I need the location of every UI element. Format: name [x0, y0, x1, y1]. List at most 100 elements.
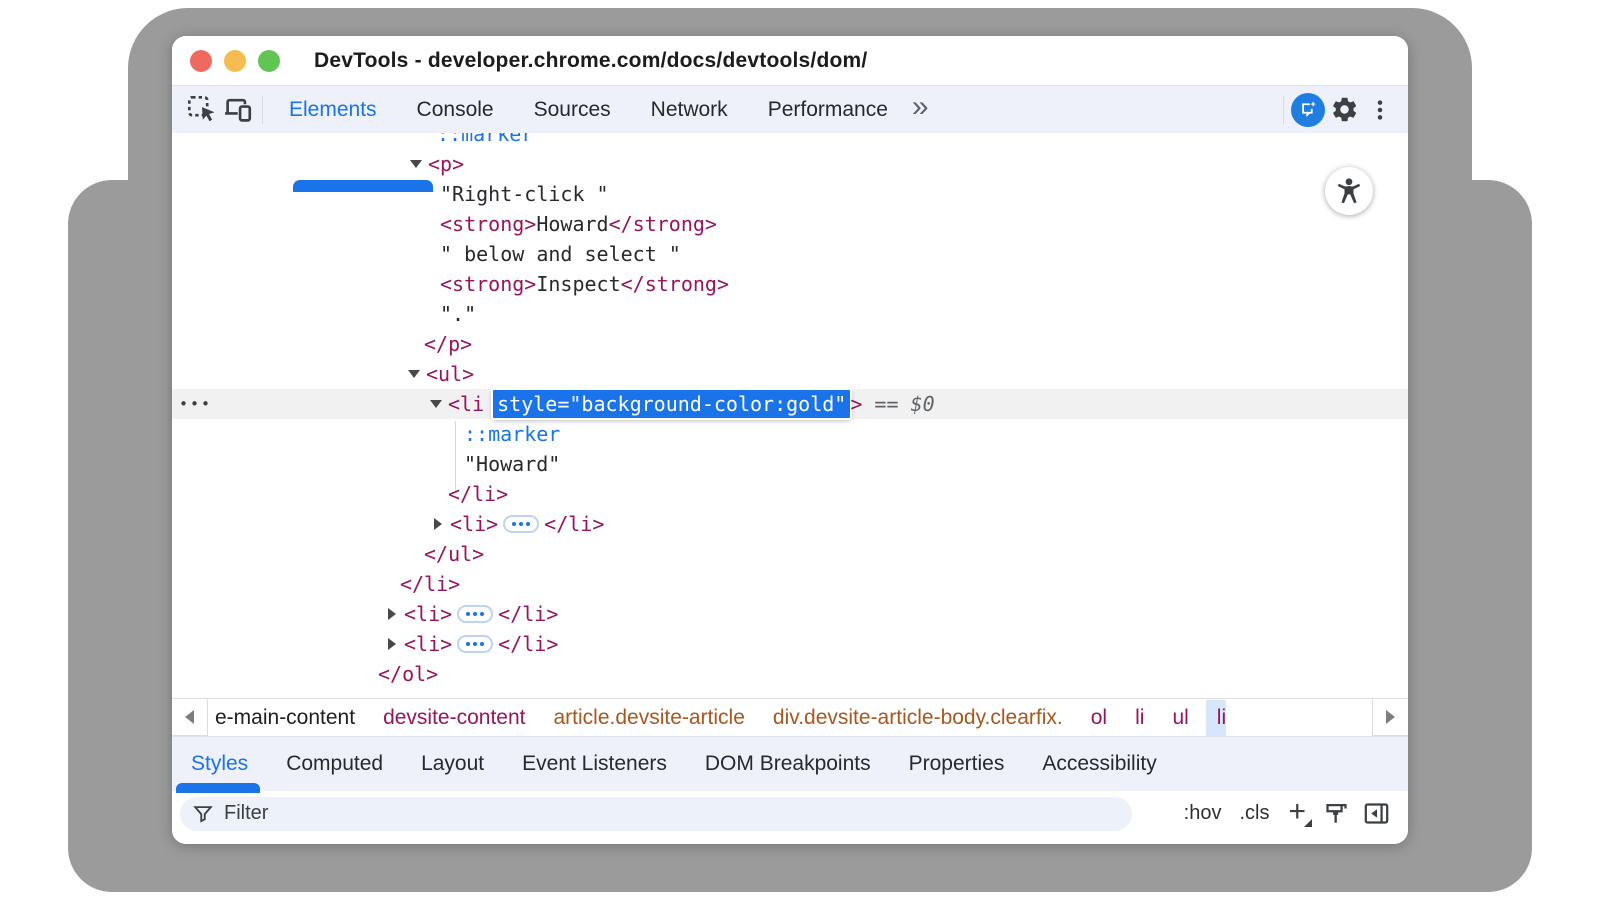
close-button[interactable] [190, 50, 212, 72]
breadcrumb-scroll-right-button[interactable] [1372, 699, 1408, 736]
rendering-emulations-button[interactable] [1318, 796, 1354, 832]
breadcrumb-item-ul[interactable]: ul [1172, 706, 1188, 730]
dollar-zero-ref: $0 [911, 392, 935, 416]
expand-arrow-icon[interactable] [408, 370, 420, 378]
zoom-button[interactable] [258, 50, 280, 72]
dom-text-node: "Howard" [464, 452, 560, 476]
tab-network[interactable]: Network [631, 86, 748, 133]
dom-marker-pseudo: ::marker [437, 133, 533, 146]
chevron-right-icon [1386, 710, 1395, 724]
breadcrumb-bar: e-main-content devsite-content article.dev… [172, 698, 1408, 736]
dom-tree-row[interactable]: </li> [172, 569, 1408, 599]
toggle-element-state-button[interactable]: :hov [1177, 798, 1229, 829]
main-menu-button[interactable] [1362, 92, 1398, 128]
breadcrumb-item-e-main-content[interactable]: e-main-content [215, 706, 355, 730]
breadcrumb-scroll-left-button[interactable] [172, 699, 208, 736]
dom-tag: <li> [404, 602, 452, 626]
toolbar-divider-right [1283, 96, 1284, 124]
toggle-sidebar-button[interactable] [1358, 796, 1394, 832]
gear-icon [1330, 95, 1359, 124]
dom-tree-row[interactable]: <ul> [172, 359, 1408, 389]
dom-tree-row[interactable]: ::marker [172, 133, 1408, 149]
collapsed-content-icon[interactable] [457, 635, 493, 653]
active-sidebar-tab-indicator [176, 783, 260, 793]
expand-arrow-icon[interactable] [410, 160, 422, 168]
sidebar-tab-event-listeners[interactable]: Event Listeners [503, 737, 686, 791]
toolbar-divider [262, 96, 263, 124]
dom-tag: <li [448, 392, 484, 416]
dom-tag: <strong> [440, 272, 536, 296]
tab-performance[interactable]: Performance [748, 86, 908, 133]
sidebar-tab-layout[interactable]: Layout [402, 737, 503, 791]
dom-tree-row[interactable]: </li> [172, 479, 1408, 509]
dom-tree-row[interactable]: </ul> [172, 539, 1408, 569]
accessibility-person-icon [1334, 176, 1364, 206]
sidebar-tab-computed[interactable]: Computed [267, 737, 402, 791]
ai-assistant-button[interactable] [1290, 92, 1326, 128]
element-classes-button[interactable]: .cls [1232, 798, 1276, 829]
dom-tree-row-selected[interactable]: •••<listyle="background-color:gold"> == … [172, 389, 1408, 419]
accessibility-widget-button[interactable] [1325, 167, 1373, 215]
dropdown-corner-icon [1304, 819, 1312, 827]
breadcrumb-item-li[interactable]: li [1206, 700, 1226, 736]
settings-button[interactable] [1326, 92, 1362, 128]
collapsed-content-icon[interactable] [503, 515, 539, 533]
filter-input-wrap [180, 797, 1132, 831]
collapse-arrow-icon[interactable] [434, 518, 442, 530]
tab-sources[interactable]: Sources [514, 86, 631, 133]
dom-tag: <li> [450, 512, 498, 536]
dom-tag: </ol> [378, 662, 438, 686]
collapse-arrow-icon[interactable] [388, 638, 396, 650]
tab-console[interactable]: Console [397, 86, 514, 133]
dom-tag: </li> [400, 572, 460, 596]
sidebar-tab-accessibility[interactable]: Accessibility [1023, 737, 1175, 791]
kebab-menu-icon [1367, 97, 1393, 123]
dom-tag: <strong> [440, 212, 536, 236]
dom-tree-row[interactable]: <strong>Howard</strong> [172, 209, 1408, 239]
breadcrumb: e-main-content devsite-content article.dev… [208, 699, 1226, 736]
dom-tag: </p> [424, 332, 472, 356]
breadcrumb-item-div-devsite-article-body-clearfix-[interactable]: div.devsite-article-body.clearfix. [773, 706, 1063, 730]
breadcrumb-item-article-devsite-article[interactable]: article.devsite-article [554, 706, 745, 730]
paint-brush-icon [1323, 800, 1350, 827]
dom-tree-row[interactable]: " below and select " [172, 239, 1408, 269]
dom-text-node: "." [440, 302, 476, 326]
dom-tree-row[interactable]: <strong>Inspect</strong> [172, 269, 1408, 299]
dom-tree-row[interactable]: "Howard" [172, 449, 1408, 479]
dom-tree-row[interactable]: <li></li> [172, 629, 1408, 659]
attribute-edit-box[interactable]: style="background-color:gold" [493, 390, 850, 418]
dom-tag: </strong> [609, 212, 717, 236]
dom-tree-row[interactable]: <li> </li> [172, 509, 1408, 539]
dom-tree-row[interactable]: <p> [172, 149, 1408, 179]
dom-tag: > [850, 392, 862, 416]
collapse-arrow-icon[interactable] [388, 608, 396, 620]
dom-tree-row[interactable]: </p> [172, 329, 1408, 359]
dom-tree-row[interactable]: <li></li> [172, 599, 1408, 629]
dom-tag: </li> [544, 512, 604, 536]
dom-tag: </strong> [621, 272, 729, 296]
inspect-icon [187, 95, 217, 125]
breadcrumb-item-ol[interactable]: ol [1091, 706, 1107, 730]
filter-bar-controls: :hov .cls + [1177, 796, 1394, 832]
expand-arrow-icon[interactable] [430, 400, 442, 408]
breadcrumb-item-devsite-content[interactable]: devsite-content [383, 706, 525, 730]
sidebar-tab-properties[interactable]: Properties [890, 737, 1024, 791]
filter-input[interactable] [224, 802, 1120, 825]
tab-elements[interactable]: Elements [269, 86, 397, 133]
inspect-element-button[interactable] [184, 92, 220, 128]
window-title: DevTools - developer.chrome.com/docs/dev… [314, 49, 867, 73]
elements-panel: ::marker<p>"Right-click "<strong>Howard<… [172, 133, 1408, 698]
new-style-rule-button[interactable]: + [1280, 797, 1314, 831]
breadcrumb-item-li[interactable]: li [1135, 706, 1144, 730]
sidebar-tab-dom-breakpoints[interactable]: DOM Breakpoints [686, 737, 890, 791]
row-options-dots-icon[interactable]: ••• [179, 389, 212, 419]
toggle-device-toolbar-button[interactable] [220, 92, 256, 128]
panel-toggle-icon [1363, 800, 1390, 827]
minimize-button[interactable] [224, 50, 246, 72]
collapsed-content-icon[interactable] [457, 605, 493, 623]
dom-tree-row[interactable]: </ol> [172, 659, 1408, 689]
device-toolbar-icon [223, 95, 253, 125]
dom-tree-row[interactable]: ::marker [172, 419, 1408, 449]
dom-tree-row[interactable]: "." [172, 299, 1408, 329]
more-panels-button[interactable]: » [908, 90, 939, 130]
